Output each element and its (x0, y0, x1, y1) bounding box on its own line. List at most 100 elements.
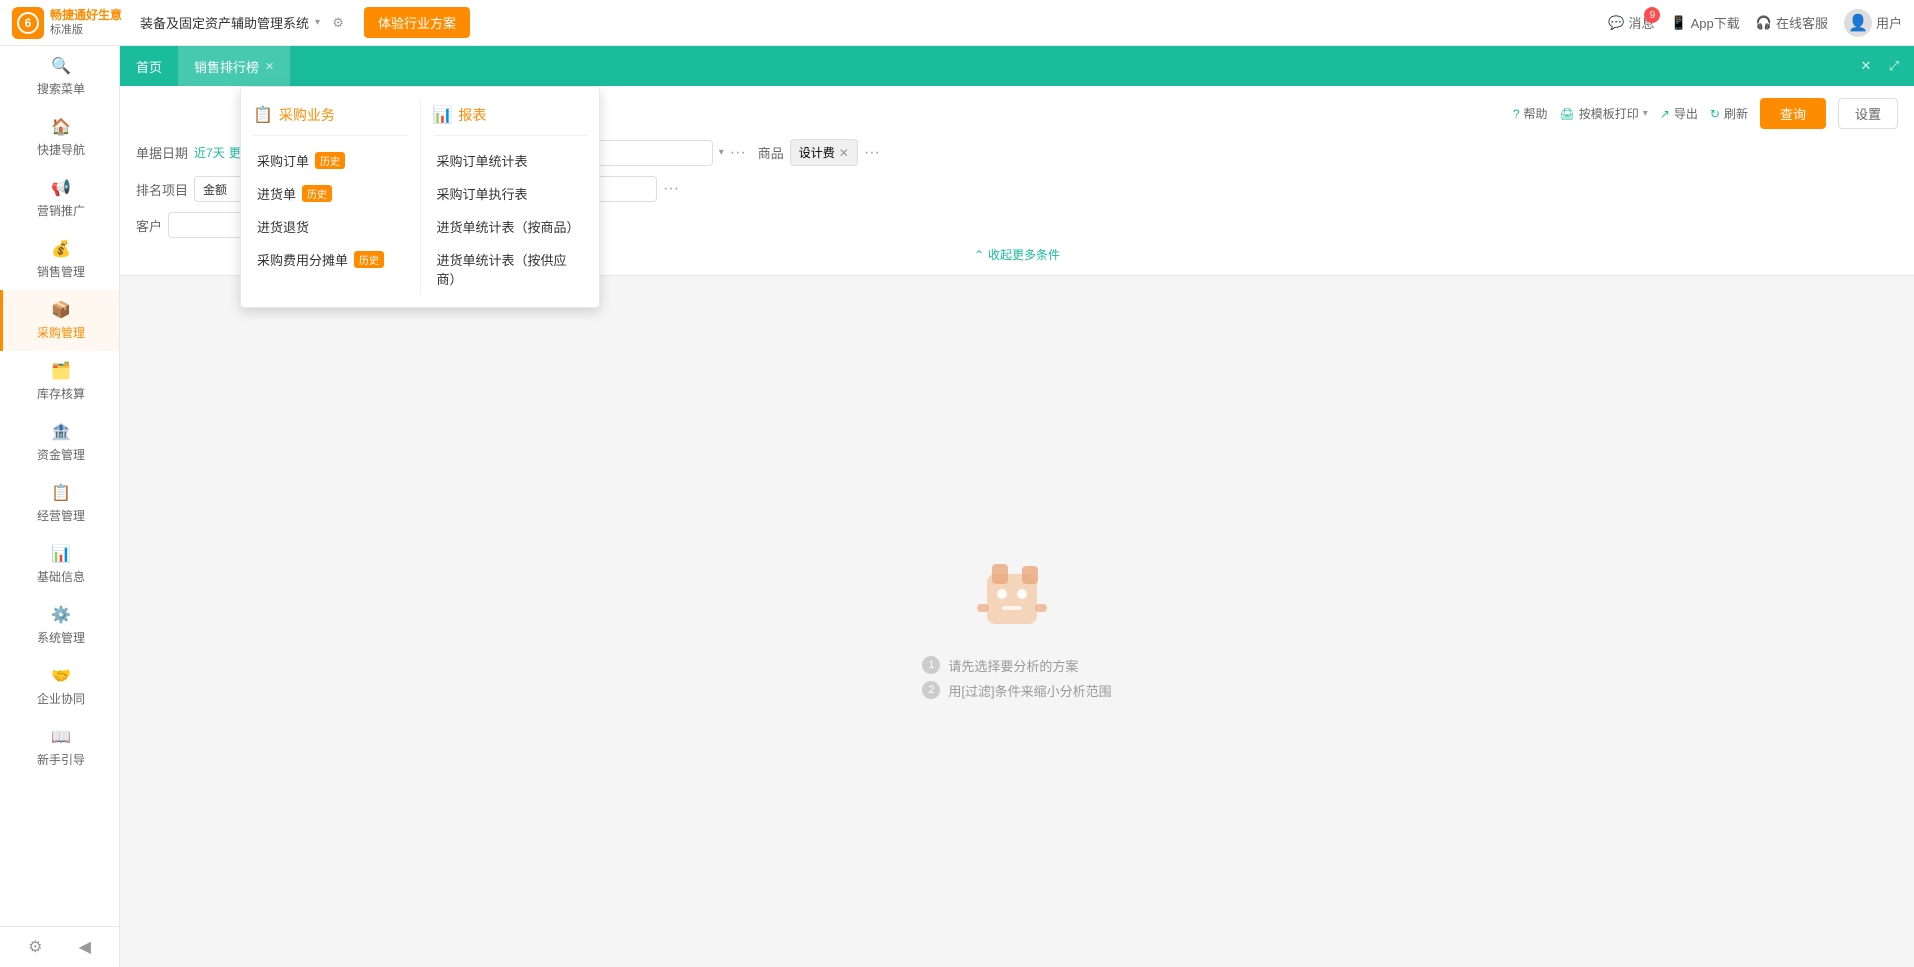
dropdown-item-purchase-fee[interactable]: 采购费用分摊单 历史 (253, 243, 408, 276)
sidebar-bottom: ⚙ ◀ (0, 926, 119, 967)
system-icon: ⚙️ (51, 605, 71, 625)
phone-icon: 📱 (1670, 15, 1686, 31)
rank-label: 排名项目 (136, 180, 188, 199)
sidebar: 🔍 搜索菜单 🏠 快捷导航 📢 营销推广 💰 销售管理 📦 采购管理 🗂️ (0, 46, 120, 967)
template-print-button[interactable]: 🖨 按模板打印 ▾ (1560, 105, 1648, 122)
headset-icon: 🎧 (1756, 15, 1772, 31)
empty-tip-1: 1 请先选择要分析的方案 (922, 656, 1111, 675)
tab-sales-rank[interactable]: 销售排行榜 ✕ (178, 46, 290, 86)
goods-filter: 商品 设计费 ✕ ··· (758, 139, 880, 166)
sidebar-item-system[interactable]: ⚙️ 系统管理 (0, 595, 119, 656)
tab-right-controls: ✕ ⤢ (1854, 54, 1914, 78)
sidebar-item-enterprise[interactable]: 🤝 企业协同 (0, 656, 119, 717)
system-dropdown-arrow[interactable]: ▾ (315, 17, 320, 28)
salesman-ellipsis[interactable]: ··· (663, 181, 679, 197)
collapse-button[interactable]: ⌃ 收起更多条件 (974, 246, 1060, 263)
customer-label: 客户 (136, 216, 162, 235)
sidebar-item-newbie[interactable]: 📖 新手引导 (0, 717, 119, 778)
message-icon: 💬 (1608, 15, 1624, 31)
sidebar-item-finance[interactable]: 🏦 资金管理 (0, 412, 119, 473)
print-dropdown-icon[interactable]: ▾ (1643, 108, 1648, 119)
tab-expand-button[interactable]: ⤢ (1882, 54, 1906, 78)
system-title: 装备及固定资产辅助管理系统 ▾ (140, 13, 320, 32)
purchase-col-header: 📋 采购业务 (253, 99, 408, 136)
basic-info-icon: 📊 (51, 544, 71, 564)
sidebar-item-basic-info[interactable]: 📊 基础信息 (0, 534, 119, 595)
home-icon: 🏠 (51, 117, 71, 137)
empty-icon (967, 544, 1067, 644)
date-preset-7[interactable]: 近7天 (194, 144, 225, 161)
dropdown-item-order-stats[interactable]: 采购订单统计表 (433, 144, 588, 177)
sidebar-item-operations[interactable]: 📋 经营管理 (0, 473, 119, 534)
avatar: 👤 (1844, 9, 1872, 37)
settings-button[interactable]: 设置 (1838, 98, 1898, 129)
operations-icon: 📋 (51, 483, 71, 503)
sidebar-item-inventory[interactable]: 🗂️ 库存核算 (0, 351, 119, 412)
empty-state: 1 请先选择要分析的方案 2 用[过滤]条件来缩小分析范围 (922, 544, 1111, 700)
report-col-header: 📊 报表 (433, 99, 588, 136)
dropdown-item-receipt-by-supplier[interactable]: 进货单统计表（按供应商） (433, 243, 588, 295)
refresh-icon: ↻ (1710, 107, 1720, 121)
dropdown-item-order-execute[interactable]: 采购订单执行表 (433, 177, 588, 210)
refresh-button[interactable]: ↻ 刷新 (1710, 105, 1748, 122)
top-bar-right: 💬 消息 9 📱 App下载 🎧 在线客服 👤 用户 (1608, 9, 1902, 37)
purchase-icon: 📦 (51, 300, 71, 320)
sidebar-item-search[interactable]: 🔍 搜索菜单 (0, 46, 119, 107)
help-icon: ? (1513, 107, 1520, 121)
newbie-icon: 📖 (51, 727, 71, 747)
history-badge-3: 历史 (354, 251, 384, 268)
dropdown-col-purchase: 📋 采购业务 采购订单 历史 进货单 历史 进货退货 (241, 99, 420, 295)
date-label: 单据日期 (136, 143, 188, 162)
marketing-icon: 📢 (51, 178, 71, 198)
query-button[interactable]: 查询 (1760, 98, 1826, 129)
goods-ellipsis[interactable]: ··· (864, 145, 880, 161)
dropdown-col-report: 📊 报表 采购订单统计表 采购订单执行表 进货单统计表（按商品） (420, 99, 600, 295)
sidebar-item-sales[interactable]: 💰 销售管理 (0, 229, 119, 290)
tab-close-icon[interactable]: ✕ (265, 60, 274, 73)
sales-icon: 💰 (51, 239, 71, 259)
tab-close-button[interactable]: ✕ (1854, 54, 1878, 78)
search-icon: 🔍 (51, 56, 71, 76)
dropdown-item-purchase-order[interactable]: 采购订单 历史 (253, 144, 408, 177)
export-button[interactable]: ↗ 导出 (1660, 105, 1698, 122)
message-badge: 9 (1644, 7, 1660, 23)
user-button[interactable]: 👤 用户 (1844, 9, 1902, 37)
tab-home[interactable]: 首页 (120, 46, 178, 86)
sidebar-item-quick-nav[interactable]: 🏠 快捷导航 (0, 107, 119, 168)
logo-area: 6 畅捷通好生意 标准版 (12, 7, 132, 39)
report-col-icon: 📊 (433, 105, 453, 125)
status-ellipsis[interactable]: ··· (730, 145, 746, 161)
tip-num-1: 1 (922, 656, 940, 674)
dropdown-item-goods-return[interactable]: 进货退货 (253, 210, 408, 243)
finance-icon: 🏦 (51, 422, 71, 442)
top-bar: 6 畅捷通好生意 标准版 装备及固定资产辅助管理系统 ▾ ⚙ 体验行业方案 💬 … (0, 0, 1914, 46)
status-dropdown-arrow[interactable]: ▾ (719, 147, 724, 158)
main-content: 1 请先选择要分析的方案 2 用[过滤]条件来缩小分析范围 (120, 276, 1914, 967)
logo-icon: 6 (12, 7, 44, 39)
settings-icon[interactable]: ⚙ (324, 9, 352, 37)
logo-text: 畅捷通好生意 标准版 (50, 8, 122, 38)
app-container: 6 畅捷通好生意 标准版 装备及固定资产辅助管理系统 ▾ ⚙ 体验行业方案 💬 … (0, 0, 1914, 967)
inventory-icon: 🗂️ (51, 361, 71, 381)
goods-tag-remove[interactable]: ✕ (839, 146, 849, 160)
print-icon: 🖨 (1560, 107, 1575, 121)
content-area: 首页 销售排行榜 ✕ ✕ ⤢ ? 帮助 (120, 46, 1914, 967)
industry-button[interactable]: 体验行业方案 (364, 7, 470, 38)
app-download-button[interactable]: 📱 App下载 (1670, 13, 1739, 32)
purchase-dropdown-menu: 📋 采购业务 采购订单 历史 进货单 历史 进货退货 (240, 86, 600, 308)
tip-num-2: 2 (922, 681, 940, 699)
main-layout: 🔍 搜索菜单 🏠 快捷导航 📢 营销推广 💰 销售管理 📦 采购管理 🗂️ (0, 46, 1914, 967)
online-service-button[interactable]: 🎧 在线客服 (1756, 13, 1828, 32)
collapse-up-icon: ⌃ (974, 248, 984, 262)
sidebar-collapse-button[interactable]: ◀ (79, 937, 91, 957)
sidebar-item-marketing[interactable]: 📢 营销推广 (0, 168, 119, 229)
goods-tag: 设计费 ✕ (790, 139, 858, 166)
export-icon: ↗ (1660, 107, 1670, 121)
dropdown-item-goods-receipt[interactable]: 进货单 历史 (253, 177, 408, 210)
dropdown-item-receipt-by-goods[interactable]: 进货单统计表（按商品） (433, 210, 588, 243)
enterprise-icon: 🤝 (51, 666, 71, 686)
sidebar-item-purchase[interactable]: 📦 采购管理 (0, 290, 119, 351)
message-button[interactable]: 💬 消息 9 (1608, 13, 1654, 32)
sidebar-settings-button[interactable]: ⚙ (28, 937, 42, 957)
help-button[interactable]: ? 帮助 (1513, 105, 1548, 122)
